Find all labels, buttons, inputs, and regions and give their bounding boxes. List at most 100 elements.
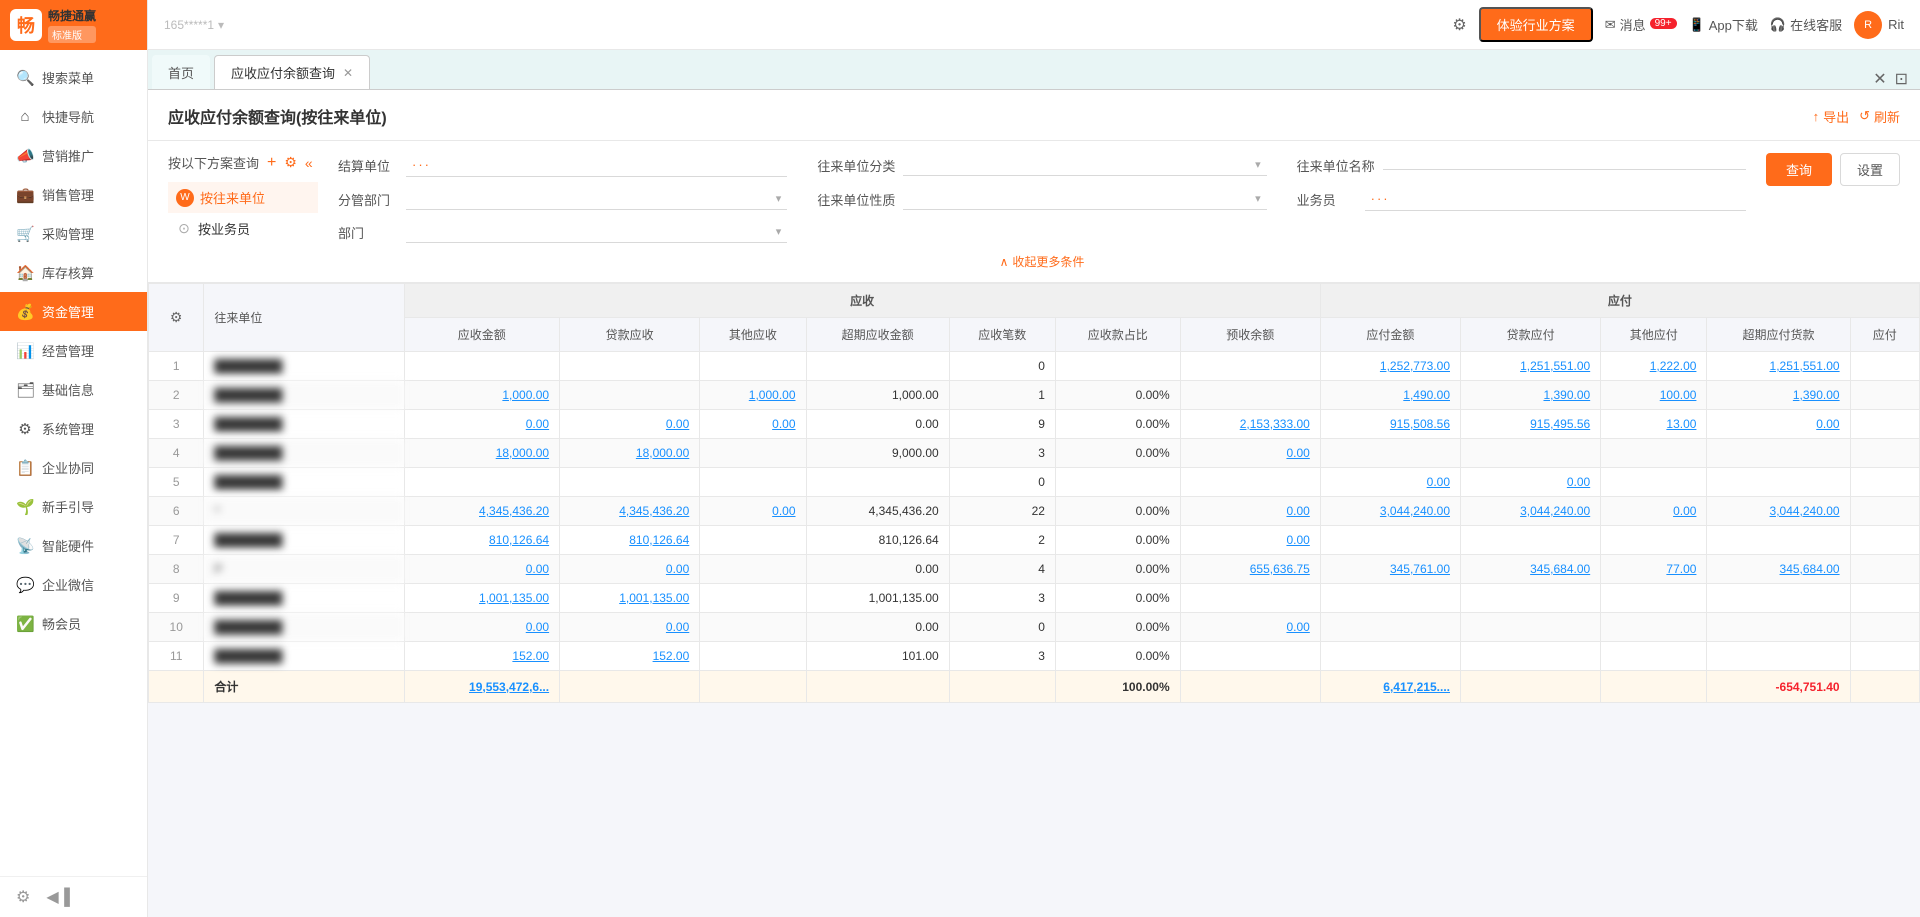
topbar-gear-icon[interactable]: ⚙ bbox=[1452, 15, 1466, 35]
cell-ar-amount[interactable]: 1,001,135.00 bbox=[404, 584, 560, 613]
sidebar-item-finance[interactable]: 💰 资金管理 bbox=[0, 292, 147, 331]
refresh-button[interactable]: ↺ 刷新 bbox=[1859, 107, 1900, 126]
cell-ar-amount[interactable]: 0.00 bbox=[404, 410, 560, 439]
partner-category-input[interactable]: ▾ bbox=[903, 154, 1266, 176]
table-settings-icon[interactable]: ⚙ bbox=[170, 309, 183, 325]
cell-ar-other[interactable]: 0.00 bbox=[700, 410, 806, 439]
cell-ap-other[interactable]: 13.00 bbox=[1601, 410, 1707, 439]
sidebar-item-quick-nav[interactable]: ⌂ 快捷导航 bbox=[0, 97, 147, 136]
cell-ar-amount[interactable] bbox=[404, 468, 560, 497]
cell-ar-loan[interactable]: 1,001,135.00 bbox=[560, 584, 700, 613]
cell-ap-other[interactable] bbox=[1601, 526, 1707, 555]
cell-ap-overdue[interactable] bbox=[1707, 526, 1850, 555]
cell-ap-overdue[interactable]: 1,251,551.00 bbox=[1707, 352, 1850, 381]
cell-ar-other[interactable] bbox=[700, 642, 806, 671]
cell-ar-loan[interactable]: 810,126.64 bbox=[560, 526, 700, 555]
cell-ar-other[interactable] bbox=[700, 584, 806, 613]
cell-ar-other[interactable] bbox=[700, 468, 806, 497]
partner-nature-input[interactable]: ▾ bbox=[903, 188, 1266, 210]
cell-ar-other[interactable]: 1,000.00 bbox=[700, 381, 806, 410]
cell-ar-other[interactable]: 0.00 bbox=[700, 497, 806, 526]
add-scheme-icon[interactable]: + bbox=[267, 154, 276, 172]
cell-ap-overdue[interactable] bbox=[1707, 584, 1850, 613]
cell-ar-other[interactable] bbox=[700, 352, 806, 381]
scheme-back-icon[interactable]: « bbox=[305, 155, 313, 171]
cell-ap-loan[interactable]: 345,684.00 bbox=[1461, 555, 1601, 584]
cell-ar-prepay[interactable]: 0.00 bbox=[1180, 439, 1320, 468]
cell-ar-loan[interactable] bbox=[560, 352, 700, 381]
settings-bottom-icon[interactable]: ⚙ bbox=[16, 887, 30, 907]
cell-ar-loan[interactable]: 152.00 bbox=[560, 642, 700, 671]
cell-ap-loan[interactable]: 0.00 bbox=[1461, 468, 1601, 497]
sidebar-item-basic[interactable]: 🗂 基础信息 bbox=[0, 370, 147, 409]
cell-ap-loan[interactable] bbox=[1461, 584, 1601, 613]
cell-ap-other[interactable] bbox=[1601, 468, 1707, 497]
cell-ap-other[interactable]: 1,222.00 bbox=[1601, 352, 1707, 381]
cell-ar-amount[interactable]: 152.00 bbox=[404, 642, 560, 671]
sidebar-item-system[interactable]: ⚙ 系统管理 bbox=[0, 409, 147, 448]
sidebar-item-inventory[interactable]: 🏠 库存核算 bbox=[0, 253, 147, 292]
cell-ap-loan[interactable] bbox=[1461, 642, 1601, 671]
footer-ap-amount[interactable]: 6,417,215.... bbox=[1320, 671, 1460, 703]
cell-ar-loan[interactable]: 0.00 bbox=[560, 410, 700, 439]
cell-ap-other[interactable]: 0.00 bbox=[1601, 497, 1707, 526]
cell-ar-prepay[interactable]: 0.00 bbox=[1180, 497, 1320, 526]
cell-ar-amount[interactable]: 4,345,436.20 bbox=[404, 497, 560, 526]
cell-ar-amount[interactable]: 0.00 bbox=[404, 555, 560, 584]
cell-ap-amount[interactable] bbox=[1320, 613, 1460, 642]
cell-ap-amount[interactable] bbox=[1320, 526, 1460, 555]
footer-ar-amount[interactable]: 19,553,472,6... bbox=[404, 671, 560, 703]
sidebar-item-guide[interactable]: 🌱 新手引导 bbox=[0, 487, 147, 526]
tab-close-icon[interactable]: ✕ bbox=[343, 66, 353, 80]
partner-name-input[interactable] bbox=[1383, 161, 1746, 170]
cell-ar-loan[interactable] bbox=[560, 468, 700, 497]
collapse-more-btn[interactable]: ∧ 收起更多条件 bbox=[338, 253, 1746, 270]
cell-ap-amount[interactable]: 1,252,773.00 bbox=[1320, 352, 1460, 381]
cell-ar-loan[interactable]: 0.00 bbox=[560, 613, 700, 642]
app-download-button[interactable]: 📱 App下载 bbox=[1689, 15, 1758, 34]
scheme-item-partner[interactable]: W 按往来单位 bbox=[168, 182, 318, 213]
cell-ap-other[interactable] bbox=[1601, 439, 1707, 468]
cell-ap-amount[interactable]: 0.00 bbox=[1320, 468, 1460, 497]
cell-ar-prepay[interactable] bbox=[1180, 352, 1320, 381]
dept-manager-input[interactable]: ▾ bbox=[406, 188, 787, 210]
sidebar-item-enterprise[interactable]: 📋 企业协同 bbox=[0, 448, 147, 487]
sidebar-item-search[interactable]: 🔍 搜索菜单 bbox=[0, 58, 147, 97]
cell-ap-amount[interactable]: 1,490.00 bbox=[1320, 381, 1460, 410]
cell-ar-loan[interactable]: 0.00 bbox=[560, 555, 700, 584]
cell-ar-other[interactable] bbox=[700, 555, 806, 584]
sidebar-item-management[interactable]: 📊 经营管理 bbox=[0, 331, 147, 370]
cell-ap-overdue[interactable]: 3,044,240.00 bbox=[1707, 497, 1850, 526]
cell-ap-loan[interactable]: 1,390.00 bbox=[1461, 381, 1601, 410]
cell-ap-other[interactable] bbox=[1601, 642, 1707, 671]
cell-ar-other[interactable] bbox=[700, 439, 806, 468]
cell-ap-amount[interactable] bbox=[1320, 584, 1460, 613]
cell-ar-amount[interactable]: 1,000.00 bbox=[404, 381, 560, 410]
cell-ar-amount[interactable]: 810,126.64 bbox=[404, 526, 560, 555]
cell-ar-prepay[interactable]: 2,153,333.00 bbox=[1180, 410, 1320, 439]
cell-ar-other[interactable] bbox=[700, 613, 806, 642]
cell-ap-amount[interactable]: 915,508.56 bbox=[1320, 410, 1460, 439]
sidebar-item-member[interactable]: ✅ 畅会员 bbox=[0, 604, 147, 643]
sidebar-item-marketing[interactable]: 📣 营销推广 bbox=[0, 136, 147, 175]
export-button[interactable]: ↑ 导出 bbox=[1813, 107, 1850, 126]
set-button[interactable]: 设置 bbox=[1840, 153, 1900, 186]
sidebar-item-hardware[interactable]: 📡 智能硬件 bbox=[0, 526, 147, 565]
cell-ar-other[interactable] bbox=[700, 526, 806, 555]
cell-ar-prepay[interactable] bbox=[1180, 642, 1320, 671]
sidebar-item-purchase[interactable]: 🛒 采购管理 bbox=[0, 214, 147, 253]
cell-ap-loan[interactable] bbox=[1461, 439, 1601, 468]
cell-ar-prepay[interactable] bbox=[1180, 381, 1320, 410]
cell-ap-overdue[interactable]: 0.00 bbox=[1707, 410, 1850, 439]
cell-ar-amount[interactable] bbox=[404, 352, 560, 381]
settlement-unit-input[interactable]: ··· bbox=[406, 153, 787, 177]
message-button[interactable]: ✉ 消息 99+ bbox=[1605, 15, 1677, 34]
cell-ap-amount[interactable] bbox=[1320, 439, 1460, 468]
cell-ar-prepay[interactable]: 0.00 bbox=[1180, 526, 1320, 555]
cell-ap-loan[interactable]: 3,044,240.00 bbox=[1461, 497, 1601, 526]
cell-ap-other[interactable]: 77.00 bbox=[1601, 555, 1707, 584]
sidebar-item-wechat[interactable]: 💬 企业微信 bbox=[0, 565, 147, 604]
close-window-icon[interactable]: ✕ bbox=[1873, 69, 1886, 89]
department-input[interactable]: ▾ bbox=[406, 221, 787, 243]
cell-ap-overdue[interactable] bbox=[1707, 642, 1850, 671]
